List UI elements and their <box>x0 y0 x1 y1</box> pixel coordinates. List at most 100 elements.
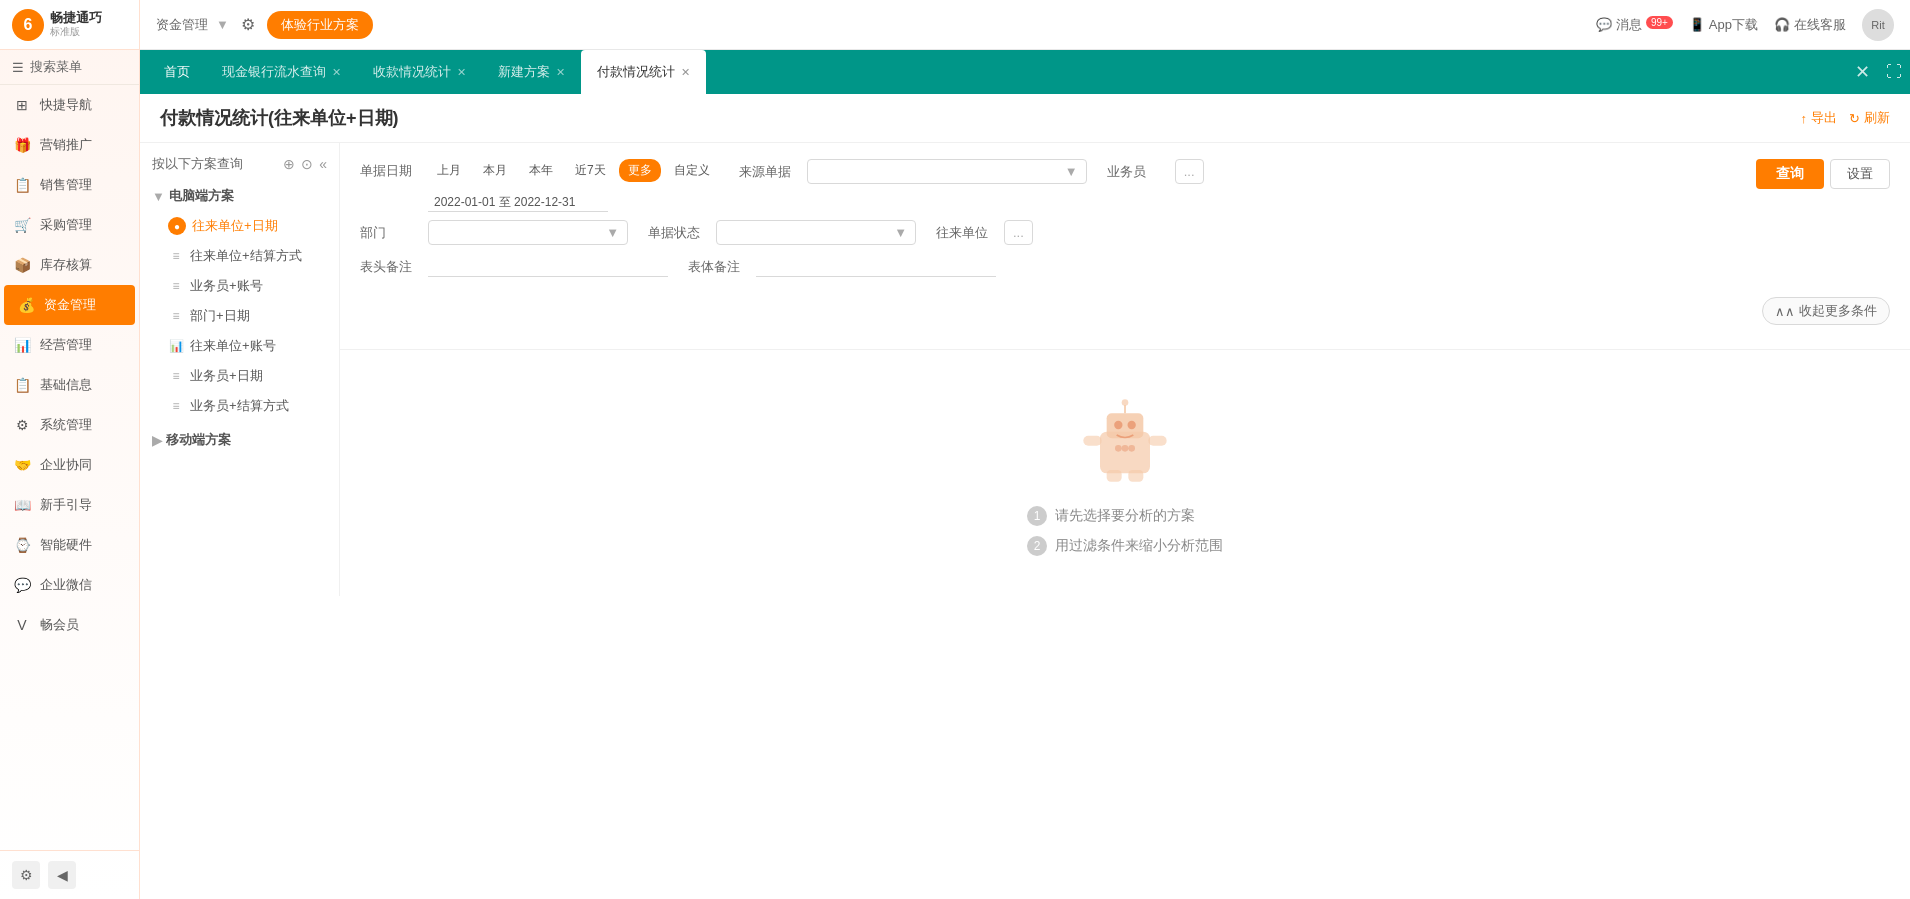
scheme-item-counterpart-account[interactable]: 📊 往来单位+账号 <box>140 331 339 361</box>
filter-row-2: 部门 ▼ 单据状态 ▼ <box>360 220 1890 245</box>
filter-counterpart-ellipsis[interactable]: ... <box>1004 220 1033 245</box>
scheme-panel-header: 按以下方案查询 ⊕ ⊙ « <box>140 155 339 181</box>
scheme-add-icon[interactable]: ⊕ <box>283 156 295 172</box>
date-range-input[interactable] <box>428 193 608 212</box>
sidebar-item-quick-nav[interactable]: ⊞ 快捷导航 <box>0 85 139 125</box>
filter-salesperson-ellipsis[interactable]: ... <box>1175 159 1204 184</box>
nav-label: 快捷导航 <box>40 96 92 114</box>
tabbar-expand-icon[interactable]: ⛶ <box>1886 63 1902 81</box>
sidebar-item-purchase[interactable]: 🛒 采购管理 <box>0 205 139 245</box>
filter-salesperson-label: 业务员 <box>1107 163 1167 181</box>
sidebar-item-guide[interactable]: 📖 新手引导 <box>0 485 139 525</box>
filter-settings-button[interactable]: 设置 <box>1830 159 1890 189</box>
hint-2-text: 用过滤条件来缩小分析范围 <box>1055 537 1223 555</box>
nav-label: 采购管理 <box>40 216 92 234</box>
date-tab-this-year[interactable]: 本年 <box>520 159 562 182</box>
tab-payments-close-icon[interactable]: ✕ <box>681 66 690 79</box>
sidebar-item-sales[interactable]: 📋 销售管理 <box>0 165 139 205</box>
filter-source-label: 来源单据 <box>739 163 799 181</box>
nav-label: 新手引导 <box>40 496 92 514</box>
header-note-input[interactable] <box>428 257 668 277</box>
scheme-item-dept-date[interactable]: ≡ 部门+日期 <box>140 301 339 331</box>
tab-bank-flow-close-icon[interactable]: ✕ <box>332 66 341 79</box>
date-tab-last-month[interactable]: 上月 <box>428 159 470 182</box>
body-note-input[interactable] <box>756 257 996 277</box>
sidebar-item-inventory[interactable]: 📦 库存核算 <box>0 245 139 285</box>
date-tab-this-month[interactable]: 本月 <box>474 159 516 182</box>
filter-actions-row: ∧∧ 收起更多条件 <box>360 289 1890 333</box>
sidebar-item-weixin[interactable]: 💬 企业微信 <box>0 565 139 605</box>
sidebar-item-membership[interactable]: V 畅会员 <box>0 605 139 645</box>
export-icon: ↑ <box>1801 111 1808 126</box>
tabbar: 首页 现金银行流水查询 ✕ 收款情况统计 ✕ 新建方案 ✕ 付款情况统计 ✕ ✕… <box>140 50 1910 94</box>
scheme-settings-icon[interactable]: ⊙ <box>301 156 313 172</box>
sidebar-item-system[interactable]: ⚙ 系统管理 <box>0 405 139 445</box>
empty-state-illustration <box>1075 390 1175 490</box>
hardware-icon: ⌚ <box>12 535 32 555</box>
purchase-icon: 🛒 <box>12 215 32 235</box>
date-tab-custom[interactable]: 自定义 <box>665 159 719 182</box>
page-header: 付款情况统计(往来单位+日期) ↑ 导出 ↻ 刷新 <box>140 94 1910 143</box>
tab-home[interactable]: 首页 <box>148 50 206 94</box>
export-button[interactable]: ↑ 导出 <box>1801 109 1838 127</box>
date-tab-more[interactable]: 更多 <box>619 159 661 182</box>
scheme-group-mobile-label: 移动端方案 <box>166 431 231 449</box>
sidebar-item-finance[interactable]: 💰 资金管理 <box>4 285 135 325</box>
search-label: 搜索菜单 <box>30 58 82 76</box>
scheme-item-salesperson-date[interactable]: ≡ 业务员+日期 <box>140 361 339 391</box>
chevron-right-icon: ▶ <box>152 433 162 448</box>
doc-status-select[interactable]: ▼ <box>716 220 916 245</box>
sidebar-item-hardware[interactable]: ⌚ 智能硬件 <box>0 525 139 565</box>
tab-bank-flow[interactable]: 现金银行流水查询 ✕ <box>206 50 357 94</box>
query-button[interactable]: 查询 <box>1756 159 1824 189</box>
notifications-label: 消息 <box>1616 16 1642 34</box>
scheme-group-pc-header[interactable]: ▼ 电脑端方案 <box>140 181 339 211</box>
sidebar-settings-button[interactable]: ⚙ <box>12 861 40 889</box>
scheme-item-salesperson-account[interactable]: ≡ 业务员+账号 <box>140 271 339 301</box>
user-avatar[interactable]: Rit <box>1862 9 1894 41</box>
svg-point-3 <box>1128 421 1136 429</box>
sidebar-item-marketing[interactable]: 🎁 营销推广 <box>0 125 139 165</box>
notifications-button[interactable]: 💬 消息 99+ <box>1596 16 1673 34</box>
sidebar-item-operation[interactable]: 📊 经营管理 <box>0 325 139 365</box>
date-tabs: 上月 本月 本年 近7天 更多 自定义 <box>428 159 719 182</box>
tab-new-scheme[interactable]: 新建方案 ✕ <box>482 50 581 94</box>
empty-hint-1: 1 请先选择要分析的方案 <box>1027 506 1223 526</box>
sidebar-item-basic-info[interactable]: 📋 基础信息 <box>0 365 139 405</box>
source-doc-chevron-icon: ▼ <box>1065 164 1078 179</box>
date-tab-last-7days[interactable]: 近7天 <box>566 159 615 182</box>
topbar-settings-icon[interactable]: ⚙ <box>241 15 255 34</box>
sidebar-item-enterprise[interactable]: 🤝 企业协同 <box>0 445 139 485</box>
scheme-item-label: 往来单位+账号 <box>190 337 276 355</box>
scheme-item-label: 业务员+日期 <box>190 367 263 385</box>
membership-icon: V <box>12 615 32 635</box>
filter-header-note-item: 表头备注 <box>360 257 668 277</box>
tab-payments-stats[interactable]: 付款情况统计 ✕ <box>581 50 706 94</box>
tab-receipts-close-icon[interactable]: ✕ <box>457 66 466 79</box>
scheme-item-counterpart-settle[interactable]: ≡ 往来单位+结算方式 <box>140 241 339 271</box>
refresh-label: 刷新 <box>1864 109 1890 127</box>
refresh-button[interactable]: ↻ 刷新 <box>1849 109 1890 127</box>
tab-receipts-stats[interactable]: 收款情况统计 ✕ <box>357 50 482 94</box>
scheme-collapse-icon[interactable]: « <box>319 156 327 172</box>
tabbar-close-all-icon[interactable]: ✕ <box>1847 61 1878 83</box>
scheme-item-counterpart-date[interactable]: ● 往来单位+日期 <box>140 211 339 241</box>
search-icon: ☰ <box>12 60 24 75</box>
system-icon: ⚙ <box>12 415 32 435</box>
search-menu[interactable]: ☰ 搜索菜单 <box>0 50 139 85</box>
filter-header-note-label: 表头备注 <box>360 258 420 276</box>
source-doc-select[interactable]: ▼ <box>807 159 1087 184</box>
svg-point-11 <box>1122 445 1129 452</box>
tab-new-scheme-close-icon[interactable]: ✕ <box>556 66 565 79</box>
online-service-button[interactable]: 🎧 在线客服 <box>1774 16 1846 34</box>
sidebar-collapse-button[interactable]: ◀ <box>48 861 76 889</box>
collapse-conditions-button[interactable]: ∧∧ 收起更多条件 <box>1762 297 1890 325</box>
scheme-group-mobile-header[interactable]: ▶ 移动端方案 <box>140 425 339 455</box>
enterprise-icon: 🤝 <box>12 455 32 475</box>
dept-select[interactable]: ▼ <box>428 220 628 245</box>
app-download-button[interactable]: 📱 App下载 <box>1689 16 1758 34</box>
filter-counterpart-label: 往来单位 <box>936 224 996 242</box>
service-icon: 🎧 <box>1774 17 1790 32</box>
trial-button[interactable]: 体验行业方案 <box>267 11 373 39</box>
scheme-item-salesperson-settle[interactable]: ≡ 业务员+结算方式 <box>140 391 339 421</box>
